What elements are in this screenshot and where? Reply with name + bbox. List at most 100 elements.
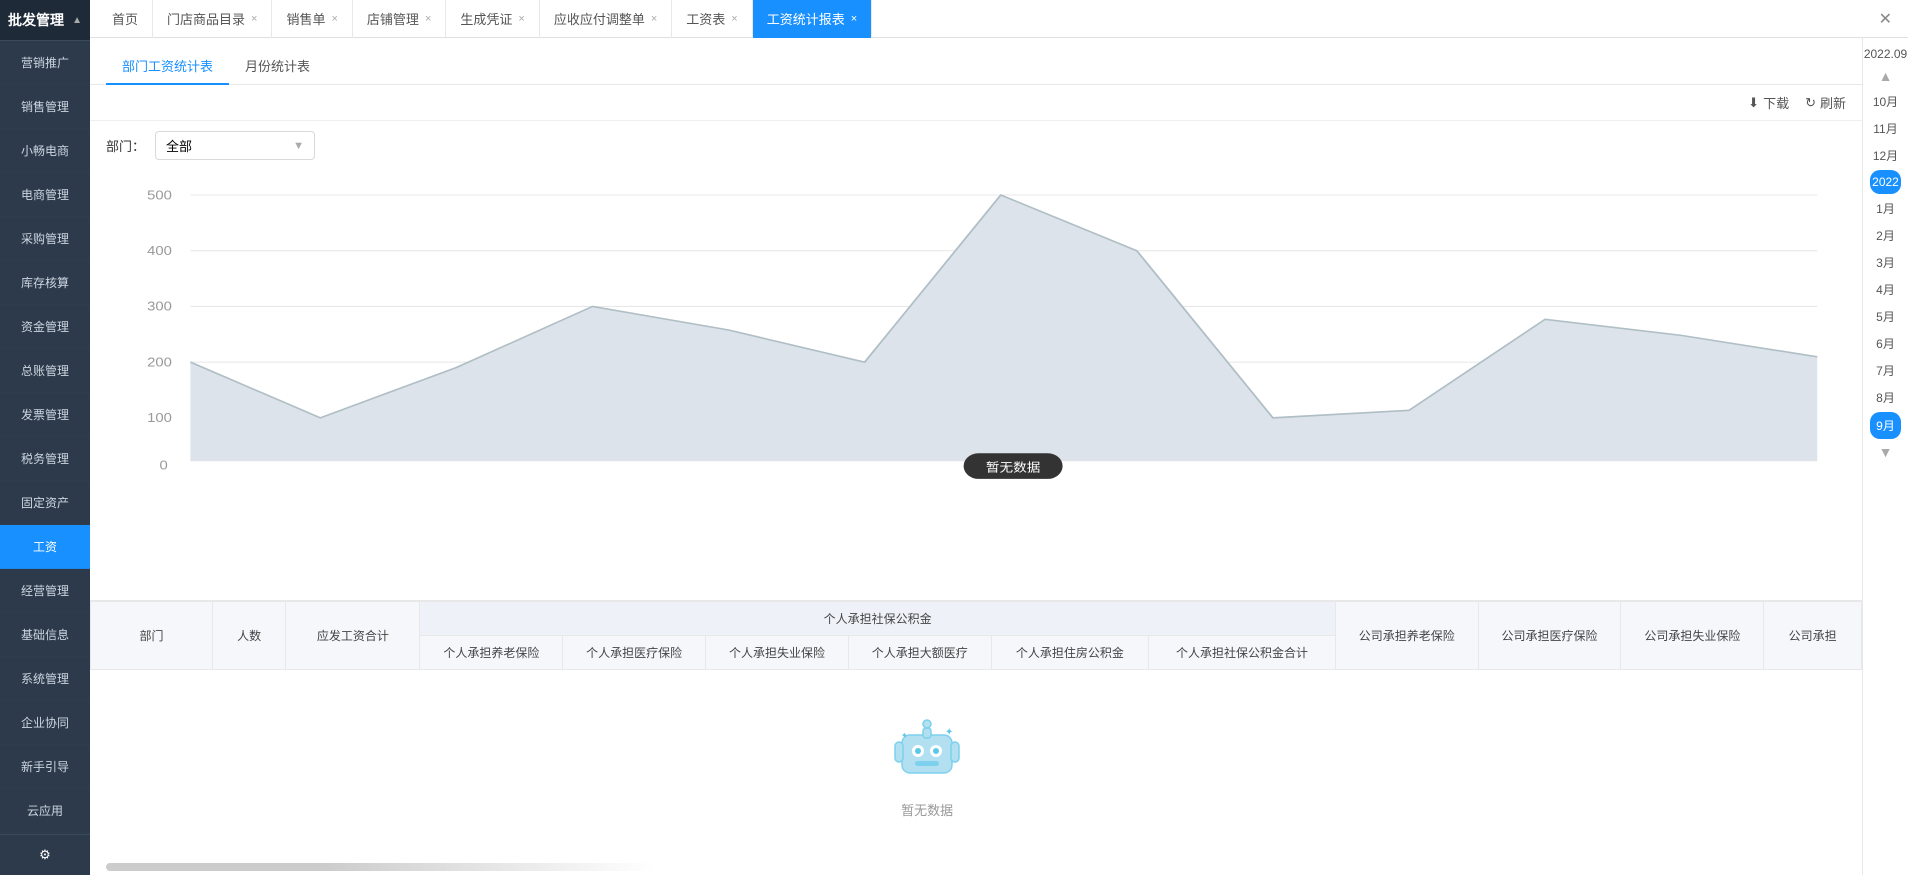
sidebar-item-xsyd[interactable]: 新手引导 <box>0 745 90 789</box>
tab-close-store[interactable]: × <box>425 13 431 25</box>
svg-text:500: 500 <box>147 187 172 202</box>
chart-area: 500 400 300 200 100 0 <box>90 170 1862 600</box>
th-dept: 部门 <box>91 602 213 670</box>
sidebar-item-kchs[interactable]: 库存核算 <box>0 261 90 305</box>
settings-button[interactable]: ⚙ <box>0 834 90 875</box>
tab-close-product[interactable]: × <box>251 13 257 25</box>
inner-content: 部门工资统计表月份统计表 ⬇ 下载 ↻ 刷新 部门： 全部 ▼ <box>90 38 1862 875</box>
sidebar-header[interactable]: 批发管理 ▲ <box>0 0 90 41</box>
refresh-button[interactable]: ↻ 刷新 <box>1805 93 1846 112</box>
tab-bar: 首页门店商品目录×销售单×店铺管理×生成凭证×应收应付调整单×工资表×工资统计报… <box>90 0 1908 38</box>
sub-tab-dept[interactable]: 部门工资统计表 <box>106 48 229 85</box>
tab-label-report: 工资统计报表 <box>767 9 845 28</box>
sidebar-collapse-icon[interactable]: ▲ <box>72 15 82 26</box>
dept-filter-label: 部门： <box>106 136 145 155</box>
th-company-unemp: 公司承担失业保险 <box>1621 602 1764 670</box>
tab-receivable[interactable]: 应收应付调整单 × <box>540 0 672 38</box>
timeline-item-jan[interactable]: 1月 <box>1866 195 1905 222</box>
timeline-item-jul[interactable]: 7月 <box>1866 357 1905 384</box>
refresh-label: 刷新 <box>1820 93 1846 112</box>
th-p-unemp: 个人承担失业保险 <box>706 636 849 670</box>
timeline-item-aug[interactable]: 8月 <box>1866 384 1905 411</box>
sidebar-item-xdds[interactable]: 小畅电商 <box>0 129 90 173</box>
sidebar-item-xsgl[interactable]: 销售管理 <box>0 85 90 129</box>
svg-text:400: 400 <box>147 243 172 258</box>
svg-text:0: 0 <box>159 457 168 472</box>
sub-tab-month[interactable]: 月份统计表 <box>229 48 326 85</box>
no-data-icon: ✦ ✦ <box>887 710 967 790</box>
sidebar-item-swgl[interactable]: 税务管理 <box>0 437 90 481</box>
timeline-item-jun[interactable]: 6月 <box>1866 330 1905 357</box>
sidebar-item-fpgl[interactable]: 发票管理 <box>0 393 90 437</box>
tab-label-home: 首页 <box>112 9 138 28</box>
sidebar-item-dsgl[interactable]: 电商管理 <box>0 173 90 217</box>
svg-text:300: 300 <box>147 299 172 314</box>
tab-label-payroll: 工资表 <box>686 9 725 28</box>
tab-voucher[interactable]: 生成凭证× <box>446 0 539 38</box>
timeline-item-nov[interactable]: 11月 <box>1866 115 1905 142</box>
sidebar-item-qyxt[interactable]: 企业协同 <box>0 701 90 745</box>
tab-label-sales: 销售单 <box>286 9 325 28</box>
timeline-item-apr[interactable]: 4月 <box>1866 276 1905 303</box>
timeline-up-arrow[interactable]: ▲ <box>1875 64 1897 88</box>
tab-close-receivable[interactable]: × <box>651 13 657 25</box>
horizontal-scrollbar[interactable] <box>106 863 656 871</box>
tab-close-payroll[interactable]: × <box>731 13 737 25</box>
tab-report[interactable]: 工资统计报表 × <box>753 0 872 38</box>
th-p-house: 个人承担住房公积金 <box>991 636 1148 670</box>
sidebar-item-jcxx[interactable]: 基础信息 <box>0 613 90 657</box>
timeline-down-arrow[interactable]: ▼ <box>1875 440 1897 464</box>
timeline-item-may[interactable]: 5月 <box>1866 303 1905 330</box>
tab-product[interactable]: 门店商品目录× <box>153 0 272 38</box>
tab-home[interactable]: 首页 <box>98 0 153 38</box>
refresh-icon: ↻ <box>1805 95 1816 111</box>
table-no-data-text: 暂无数据 <box>901 800 953 819</box>
sidebar: 批发管理 ▲ 营销推广销售管理小畅电商电商管理采购管理库存核算资金管理总账管理发… <box>0 0 90 875</box>
table-wrapper[interactable]: 部门 人数 应发工资合计 个人承担社保公积金 公司承担养老保险 公司承担医疗保险… <box>90 601 1862 859</box>
tab-sales[interactable]: 销售单 × <box>272 0 352 38</box>
tab-bar-close-icon[interactable]: ✕ <box>1871 9 1900 29</box>
tab-payroll[interactable]: 工资表 × <box>672 0 752 38</box>
dept-select-value: 全部 <box>166 136 192 155</box>
main-area: 首页门店商品目录×销售单×店铺管理×生成凭证×应收应付调整单×工资表×工资统计报… <box>90 0 1908 875</box>
svg-text:✦: ✦ <box>945 727 953 738</box>
data-table: 部门 人数 应发工资合计 个人承担社保公积金 公司承担养老保险 公司承担医疗保险… <box>90 601 1862 859</box>
timeline-item-oct[interactable]: 10月 <box>1866 88 1905 115</box>
timeline-item-mar[interactable]: 3月 <box>1866 249 1905 276</box>
sidebar-item-gz[interactable]: 工资 <box>0 525 90 569</box>
no-data-area: ✦ ✦ 暂无数据 <box>91 670 1764 859</box>
svg-text:100: 100 <box>147 410 172 425</box>
filter-bar: 部门： 全部 ▼ <box>90 121 1862 170</box>
sidebar-title: 批发管理 <box>8 10 64 30</box>
timeline-item-sep[interactable]: 9月 <box>1870 412 1901 439</box>
th-p-bigmed: 个人承担大额医疗 <box>848 636 991 670</box>
th-company-med: 公司承担医疗保险 <box>1478 602 1621 670</box>
sidebar-item-yxtt[interactable]: 营销推广 <box>0 41 90 85</box>
timeline-item-dec[interactable]: 12月 <box>1866 142 1905 169</box>
timeline-item-2022[interactable]: 2022 <box>1870 170 1901 194</box>
sidebar-item-zzgl[interactable]: 总账管理 <box>0 349 90 393</box>
dept-select[interactable]: 全部 ▼ <box>155 131 315 160</box>
timeline-item-feb[interactable]: 2月 <box>1866 222 1905 249</box>
sidebar-item-yyyp[interactable]: 云应用 <box>0 789 90 833</box>
download-button[interactable]: ⬇ 下载 <box>1748 93 1789 112</box>
sidebar-item-zjgl[interactable]: 资金管理 <box>0 305 90 349</box>
sidebar-item-jygl[interactable]: 经营管理 <box>0 569 90 613</box>
chevron-down-icon: ▼ <box>293 140 304 152</box>
tab-close-report[interactable]: × <box>851 13 857 25</box>
sidebar-item-gdzc[interactable]: 固定资产 <box>0 481 90 525</box>
svg-text:✦: ✦ <box>901 731 908 740</box>
tab-close-sales[interactable]: × <box>331 13 337 25</box>
th-company-other: 公司承担 <box>1764 602 1862 670</box>
tab-label-receivable: 应收应付调整单 <box>554 9 645 28</box>
tab-close-voucher[interactable]: × <box>518 13 524 25</box>
tab-store[interactable]: 店铺管理× <box>353 0 446 38</box>
table-section: 部门 人数 应发工资合计 个人承担社保公积金 公司承担养老保险 公司承担医疗保险… <box>90 600 1862 875</box>
svg-text:暂无数据: 暂无数据 <box>986 460 1041 474</box>
timeline: 2022.09 ▲ 10月11月12月20221月2月3月4月5月6月7月8月9… <box>1862 38 1908 875</box>
gear-icon: ⚙ <box>39 847 51 862</box>
chart-svg: 500 400 300 200 100 0 <box>110 180 1842 480</box>
sidebar-item-xtgl[interactable]: 系统管理 <box>0 657 90 701</box>
th-total-salary: 应发工资合计 <box>286 602 420 670</box>
sidebar-item-cggl[interactable]: 采购管理 <box>0 217 90 261</box>
